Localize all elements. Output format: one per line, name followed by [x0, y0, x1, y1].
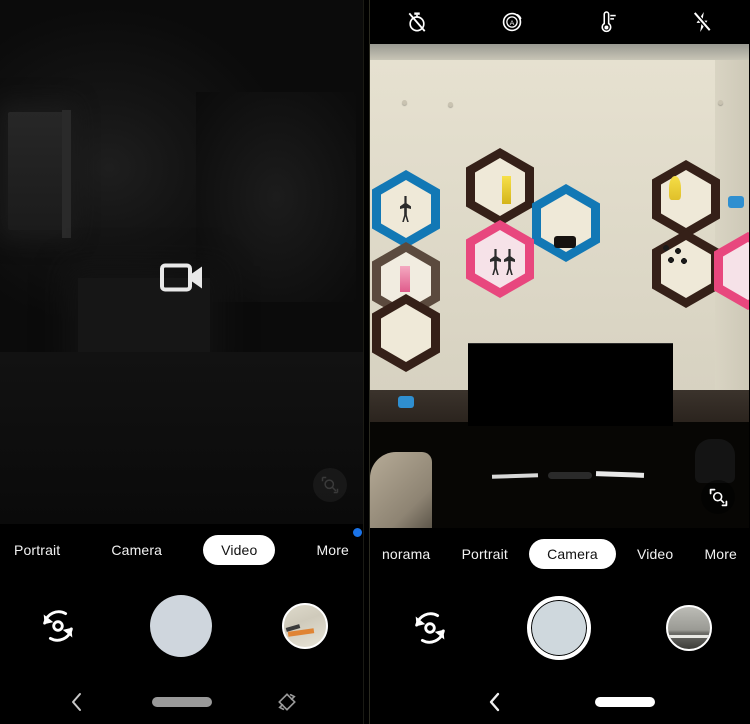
mode-more-label: More [316, 542, 349, 558]
left-viewfinder[interactable] [0, 0, 363, 524]
rotate-screen-icon[interactable] [265, 692, 309, 712]
mode-video[interactable]: Video [627, 540, 683, 568]
zoom-magnifier-icon[interactable] [313, 468, 347, 502]
panel-divider [363, 0, 370, 724]
shutter-button[interactable] [527, 596, 592, 660]
mode-more[interactable]: More [306, 527, 363, 564]
home-pill-icon[interactable] [594, 697, 655, 707]
svg-text:A: A [510, 20, 515, 27]
camera-top-toolbar: A [370, 0, 749, 44]
camera-flip-icon[interactable] [35, 603, 81, 649]
right-navigation-bar [370, 680, 749, 724]
living-room-scene [370, 44, 749, 528]
left-capture-controls [0, 580, 363, 672]
video-camera-icon [159, 262, 204, 299]
mode-panorama[interactable]: norama [372, 540, 440, 568]
motion-auto-icon[interactable]: A [497, 7, 527, 37]
preview-dark-region [196, 92, 356, 302]
last-photo-thumbnail[interactable] [282, 603, 329, 649]
zoom-magnifier-icon[interactable] [701, 480, 735, 514]
preview-window-shape [8, 112, 66, 230]
mode-more[interactable]: More [694, 540, 747, 568]
home-pill-icon[interactable] [151, 697, 212, 707]
right-capture-controls [370, 582, 749, 674]
mode-camera[interactable]: Camera [529, 539, 616, 569]
right-mode-selector[interactable]: norama Portrait Camera Video More [370, 528, 749, 580]
last-photo-thumbnail[interactable] [665, 605, 712, 651]
mode-more-badge [351, 527, 363, 538]
record-button[interactable] [150, 595, 213, 657]
left-phone-screen: Portrait Camera Video More [0, 0, 363, 724]
mode-portrait[interactable]: Portrait [452, 540, 518, 568]
back-chevron-icon[interactable] [473, 692, 517, 712]
camera-flip-icon[interactable] [407, 605, 453, 651]
right-viewfinder[interactable] [370, 44, 749, 528]
mode-camera[interactable]: Camera [101, 536, 172, 564]
timer-off-icon[interactable] [402, 7, 432, 37]
white-balance-icon[interactable] [592, 7, 622, 37]
screenshot-root: Portrait Camera Video More A norama Port… [0, 0, 750, 724]
flash-off-icon[interactable] [687, 7, 717, 37]
left-mode-selector[interactable]: Portrait Camera Video More [0, 524, 363, 576]
right-phone-screen: A norama Portrait Camera Video More [370, 0, 749, 724]
left-navigation-bar [0, 680, 363, 724]
mode-portrait[interactable]: Portrait [4, 536, 70, 564]
preview-floor-shape [0, 352, 363, 524]
mode-video[interactable]: Video [203, 535, 276, 565]
preview-frame-shape [62, 110, 71, 238]
back-chevron-icon[interactable] [55, 692, 99, 712]
